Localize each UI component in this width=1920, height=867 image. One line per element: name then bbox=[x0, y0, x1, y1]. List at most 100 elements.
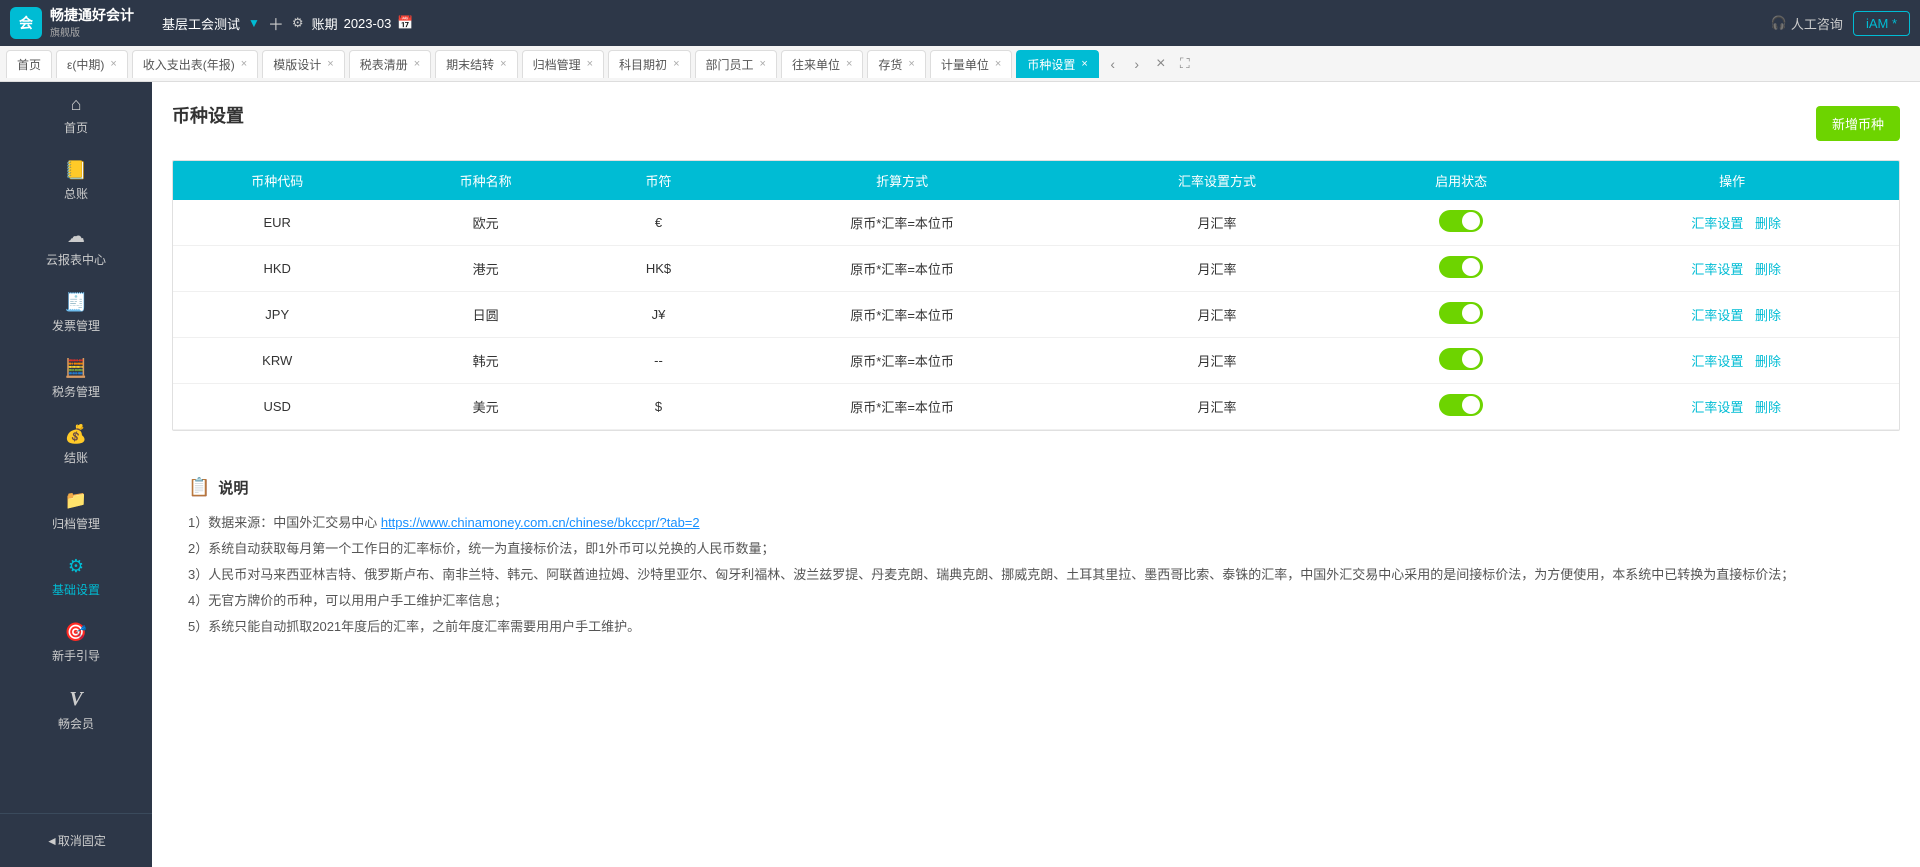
close-annual-icon[interactable]: × bbox=[241, 58, 247, 70]
cell-rate-3: 月汇率 bbox=[1077, 338, 1357, 384]
company-dropdown-icon[interactable]: ▼ bbox=[248, 16, 260, 30]
main-area: ⌂ 首页 📒 总账 ☁ 云报表中心 🧾 发票管理 🧮 税务管理 💰 结账 bbox=[0, 82, 1920, 867]
tab-template[interactable]: 模版设计 × bbox=[262, 50, 344, 78]
close-subject-icon[interactable]: × bbox=[673, 58, 679, 70]
close-unit-icon[interactable]: × bbox=[995, 58, 1001, 70]
sidebar-item-archive[interactable]: 📁 归档管理 bbox=[0, 478, 152, 544]
add-company-icon[interactable]: ＋ bbox=[268, 11, 284, 35]
close-period-end-icon[interactable]: × bbox=[500, 58, 506, 70]
calendar-icon[interactable]: 📅 bbox=[397, 15, 413, 31]
sidebar-item-tax[interactable]: 🧮 税务管理 bbox=[0, 346, 152, 412]
close-tax-icon[interactable]: × bbox=[414, 58, 420, 70]
tab-contact-label: 往来单位 bbox=[792, 56, 840, 73]
close-archive-icon[interactable]: × bbox=[587, 58, 593, 70]
close-dept-icon[interactable]: × bbox=[760, 58, 766, 70]
close-mid-icon[interactable]: × bbox=[110, 58, 116, 70]
cell-symbol-0: € bbox=[590, 200, 727, 246]
logo-subtitle: 旗舰版 bbox=[50, 24, 134, 39]
tab-subject[interactable]: 科目期初 × bbox=[608, 50, 690, 78]
delete-link-4[interactable]: 删除 bbox=[1755, 400, 1781, 415]
rate-setting-link-4[interactable]: 汇率设置 bbox=[1691, 400, 1743, 415]
tab-inventory[interactable]: 存货 × bbox=[867, 50, 925, 78]
header-right: 🎧 人工咨询 iAM * bbox=[1771, 11, 1910, 36]
table-header-row: 币种代码 币种名称 币符 折算方式 汇率设置方式 启用状态 操作 bbox=[173, 161, 1899, 200]
note-item-2: 3）人民币对马来西亚林吉特、俄罗斯卢布、南非兰特、韩元、阿联酋迪拉姆、沙特里亚尔… bbox=[188, 562, 1884, 588]
note-title-text: 说明 bbox=[218, 477, 248, 498]
toggle-switch-4[interactable] bbox=[1439, 394, 1483, 416]
cell-rate-1: 月汇率 bbox=[1077, 246, 1357, 292]
sidebar-item-guide-label: 新手引导 bbox=[52, 647, 100, 664]
unpin-label: ◄取消固定 bbox=[46, 832, 106, 849]
cell-toggle-4[interactable] bbox=[1357, 384, 1565, 430]
tab-prev-btn[interactable]: ‹ bbox=[1101, 50, 1125, 78]
settlement-icon: 💰 bbox=[65, 424, 87, 445]
rate-setting-link-3[interactable]: 汇率设置 bbox=[1691, 354, 1743, 369]
col-name: 币种名称 bbox=[381, 161, 589, 200]
toggle-switch-2[interactable] bbox=[1439, 302, 1483, 324]
tab-expand-btn[interactable]: ⛶ bbox=[1173, 50, 1197, 78]
headset-icon: 🎧 bbox=[1771, 15, 1787, 31]
unpin-button[interactable]: ◄取消固定 bbox=[0, 824, 152, 857]
tab-annual[interactable]: 收入支出表(年报) × bbox=[132, 50, 258, 78]
tab-mid[interactable]: ε(中期) × bbox=[56, 50, 128, 78]
sidebar-item-settlement-label: 结账 bbox=[64, 449, 88, 466]
close-contact-icon[interactable]: × bbox=[846, 58, 852, 70]
cell-toggle-1[interactable] bbox=[1357, 246, 1565, 292]
cell-toggle-0[interactable] bbox=[1357, 200, 1565, 246]
cell-toggle-3[interactable] bbox=[1357, 338, 1565, 384]
tab-next-btn[interactable]: › bbox=[1125, 50, 1149, 78]
settings-icon[interactable]: ⚙ bbox=[292, 15, 304, 31]
logo-text-block: 畅捷通好会计 旗舰版 bbox=[50, 7, 134, 39]
sidebar-item-invoice[interactable]: 🧾 发票管理 bbox=[0, 280, 152, 346]
rate-setting-link-0[interactable]: 汇率设置 bbox=[1691, 216, 1743, 231]
close-currency-icon[interactable]: × bbox=[1081, 58, 1087, 70]
new-currency-button[interactable]: 新增币种 bbox=[1816, 106, 1900, 141]
toggle-switch-0[interactable] bbox=[1439, 210, 1483, 232]
delete-link-1[interactable]: 删除 bbox=[1755, 262, 1781, 277]
sidebar-item-guide[interactable]: 🎯 新手引导 bbox=[0, 610, 152, 676]
invoice-icon: 🧾 bbox=[65, 292, 87, 313]
rate-setting-link-1[interactable]: 汇率设置 bbox=[1691, 262, 1743, 277]
cell-action-0: 汇率设置 删除 bbox=[1565, 200, 1899, 246]
cell-action-1: 汇率设置 删除 bbox=[1565, 246, 1899, 292]
tab-dept[interactable]: 部门员工 × bbox=[695, 50, 777, 78]
close-template-icon[interactable]: × bbox=[327, 58, 333, 70]
rate-setting-link-2[interactable]: 汇率设置 bbox=[1691, 308, 1743, 323]
tab-currency-label: 币种设置 bbox=[1027, 56, 1075, 73]
cell-action-2: 汇率设置 删除 bbox=[1565, 292, 1899, 338]
sidebar-item-settings[interactable]: ⚙ 基础设置 bbox=[0, 544, 152, 610]
delete-link-2[interactable]: 删除 bbox=[1755, 308, 1781, 323]
note-link[interactable]: https://www.chinamoney.com.cn/chinese/bk… bbox=[381, 515, 700, 530]
col-code: 币种代码 bbox=[173, 161, 381, 200]
cell-calc-2: 原币*汇率=本位币 bbox=[727, 292, 1077, 338]
sidebar-item-reports[interactable]: ☁ 云报表中心 bbox=[0, 214, 152, 280]
sidebar-item-ledger[interactable]: 📒 总账 bbox=[0, 148, 152, 214]
sidebar-item-member[interactable]: V 畅会员 bbox=[0, 676, 152, 744]
delete-link-0[interactable]: 删除 bbox=[1755, 216, 1781, 231]
toggle-switch-1[interactable] bbox=[1439, 256, 1483, 278]
sidebar-item-settlement[interactable]: 💰 结账 bbox=[0, 412, 152, 478]
tab-home[interactable]: 首页 bbox=[6, 50, 52, 78]
ledger-icon: 📒 bbox=[65, 160, 87, 181]
tab-close-all-btn[interactable]: × bbox=[1149, 50, 1173, 78]
delete-link-3[interactable]: 删除 bbox=[1755, 354, 1781, 369]
sidebar-item-home[interactable]: ⌂ 首页 bbox=[0, 82, 152, 148]
tab-contact[interactable]: 往来单位 × bbox=[781, 50, 863, 78]
account-button[interactable]: iAM * bbox=[1853, 11, 1910, 36]
cell-name-4: 美元 bbox=[381, 384, 589, 430]
cell-symbol-2: J¥ bbox=[590, 292, 727, 338]
table-header: 币种代码 币种名称 币符 折算方式 汇率设置方式 启用状态 操作 bbox=[173, 161, 1899, 200]
tab-archive[interactable]: 归档管理 × bbox=[522, 50, 604, 78]
support-button[interactable]: 🎧 人工咨询 bbox=[1771, 14, 1843, 33]
cell-toggle-2[interactable] bbox=[1357, 292, 1565, 338]
toggle-switch-3[interactable] bbox=[1439, 348, 1483, 370]
tab-currency[interactable]: 币种设置 × bbox=[1016, 50, 1098, 78]
tab-period-end[interactable]: 期末结转 × bbox=[435, 50, 517, 78]
tab-tax[interactable]: 税表清册 × bbox=[349, 50, 431, 78]
sidebar-item-settings-label: 基础设置 bbox=[52, 581, 100, 598]
note-item-0: 1）数据来源：中国外汇交易中心 https://www.chinamoney.c… bbox=[188, 510, 1884, 536]
company-name[interactable]: 基层工会测试 bbox=[162, 14, 240, 33]
tab-unit[interactable]: 计量单位 × bbox=[930, 50, 1012, 78]
close-inventory-icon[interactable]: × bbox=[908, 58, 914, 70]
sidebar: ⌂ 首页 📒 总账 ☁ 云报表中心 🧾 发票管理 🧮 税务管理 💰 结账 bbox=[0, 82, 152, 867]
